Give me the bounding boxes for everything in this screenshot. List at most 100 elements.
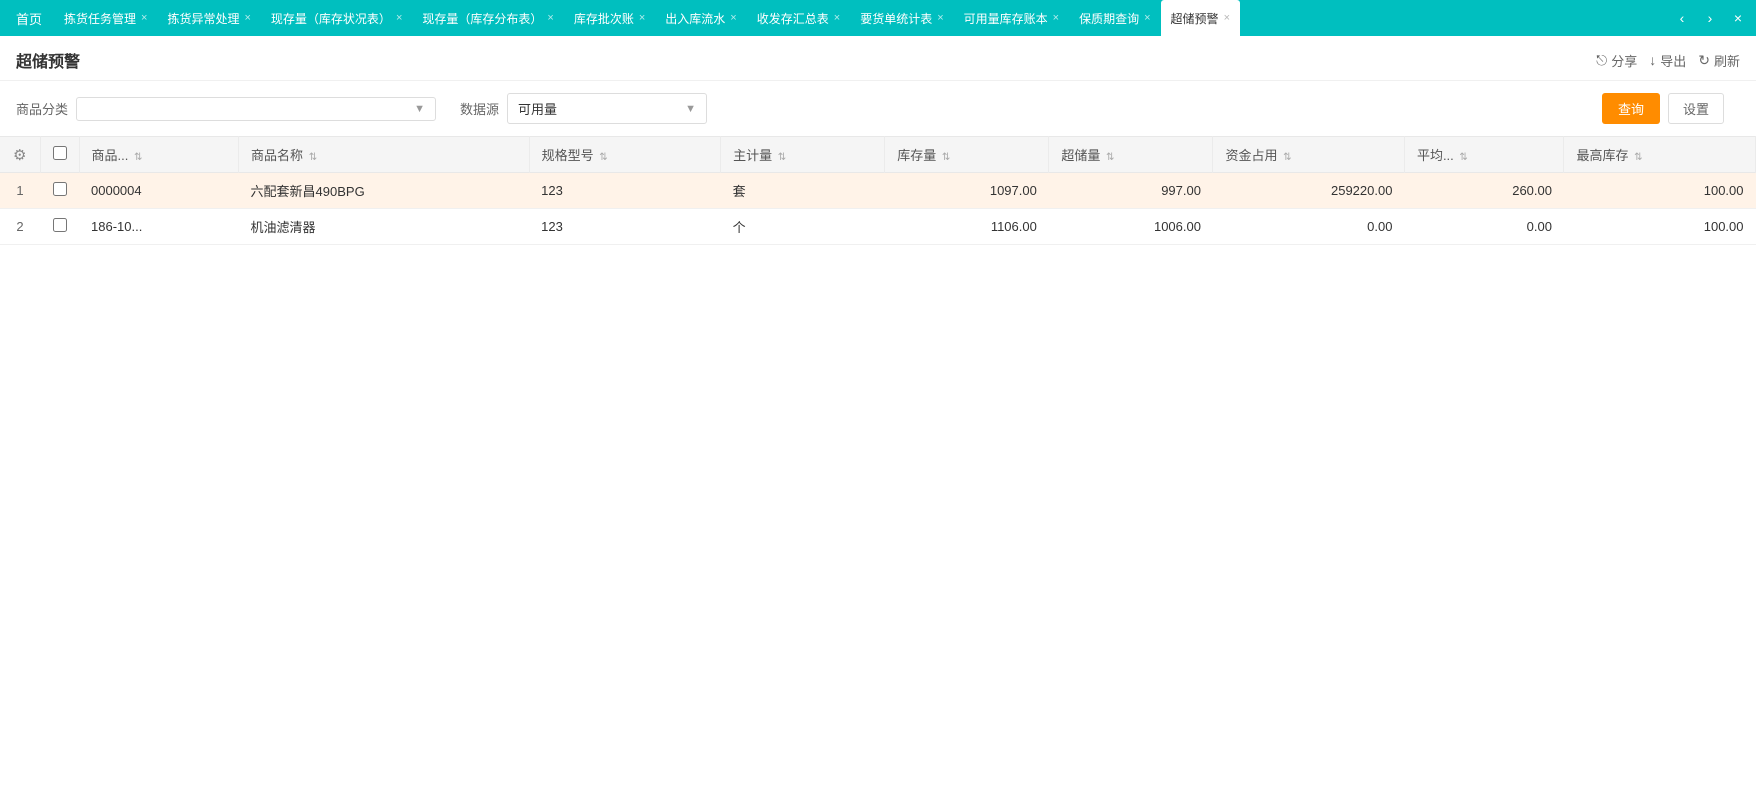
col-stock-sort-icon: ⇅: [942, 152, 950, 163]
col-header-spec[interactable]: 规格型号 ⇅: [529, 137, 720, 173]
close-tab-6[interactable]: ×: [730, 12, 736, 24]
row-checkbox-2[interactable]: [53, 218, 67, 232]
refresh-label: 刷新: [1714, 51, 1740, 70]
header-actions: ⎋ 分享 ↓ 导出 ↻ 刷新: [1596, 51, 1740, 70]
nav-next-arrow[interactable]: ›: [1696, 0, 1724, 36]
col-overstock-label: 超储量: [1061, 148, 1100, 163]
row-spec-1: 123: [529, 173, 720, 209]
col-header-checkbox[interactable]: [40, 137, 79, 173]
col-name-label: 商品名称: [251, 148, 303, 163]
datasource-filter-item: 数据源 可用量 ▼: [460, 93, 707, 124]
category-label: 商品分类: [16, 99, 68, 118]
table-container: ⚙ 商品... ⇅ 商品名称 ⇅ 规格型号 ⇅: [0, 136, 1756, 245]
col-header-name[interactable]: 商品名称 ⇅: [239, 137, 530, 173]
close-tab-2[interactable]: ×: [244, 12, 250, 24]
tab-10[interactable]: 保质期查询 ×: [1069, 0, 1160, 36]
col-header-avg[interactable]: 平均... ⇅: [1404, 137, 1564, 173]
close-tab-11[interactable]: ×: [1224, 12, 1230, 24]
table-row: 1 0000004 六配套新昌490BPG 123 套 1097.00 997.…: [0, 173, 1756, 209]
row-max-2: 100.00: [1564, 209, 1756, 245]
tab-4[interactable]: 现存量（库存分布表） ×: [412, 0, 563, 36]
col-settings-gear[interactable]: ⚙: [0, 137, 40, 173]
nav-home[interactable]: 首页: [4, 0, 54, 36]
export-label: 导出: [1660, 51, 1686, 70]
row-avg-1: 260.00: [1404, 173, 1564, 209]
tab-2[interactable]: 拣货异常处理 ×: [157, 0, 260, 36]
datasource-select[interactable]: 可用量 ▼: [507, 93, 707, 124]
col-capital-sort-icon: ⇅: [1283, 152, 1291, 163]
query-button[interactable]: 查询: [1602, 93, 1660, 124]
share-button[interactable]: ⎋ 分享: [1596, 51, 1637, 70]
col-avg-sort-icon: ⇅: [1459, 152, 1467, 163]
col-spec-sort-icon: ⇅: [599, 152, 607, 163]
row-unit-2: 个: [721, 209, 885, 245]
col-header-overstock[interactable]: 超储量 ⇅: [1049, 137, 1213, 173]
row-checkbox-1[interactable]: [53, 182, 67, 196]
filter-right-actions: 查询 设置: [1602, 93, 1740, 124]
col-unit-sort-icon: ⇅: [778, 152, 786, 163]
close-tab-5[interactable]: ×: [639, 12, 645, 24]
refresh-button[interactable]: ↻ 刷新: [1698, 51, 1740, 70]
filter-area: 商品分类 ▼ 数据源 可用量 ▼ 查询 设置: [0, 81, 1756, 136]
export-button[interactable]: ↓ 导出: [1649, 51, 1686, 70]
col-stock-label: 库存量: [897, 148, 936, 163]
row-stock-2: 1106.00: [885, 209, 1049, 245]
share-label: 分享: [1611, 51, 1637, 70]
row-max-1: 100.00: [1564, 173, 1756, 209]
category-select[interactable]: ▼: [76, 97, 436, 121]
close-tab-9[interactable]: ×: [1053, 12, 1059, 24]
nav-close-arrow[interactable]: ×: [1724, 0, 1752, 36]
share-icon: ⎋: [1596, 52, 1607, 69]
category-filter-item: 商品分类 ▼: [16, 97, 436, 121]
datasource-label: 数据源: [460, 99, 499, 118]
tab-5[interactable]: 库存批次账 ×: [564, 0, 655, 36]
col-max-label: 最高库存: [1576, 148, 1628, 163]
close-tab-8[interactable]: ×: [937, 12, 943, 24]
tab-6[interactable]: 出入库流水 ×: [655, 0, 746, 36]
col-max-sort-icon: ⇅: [1634, 152, 1642, 163]
close-tab-4[interactable]: ×: [547, 12, 553, 24]
col-overstock-sort-icon: ⇅: [1106, 152, 1114, 163]
nav-prev-arrow[interactable]: ‹: [1668, 0, 1696, 36]
row-checkbox-cell-2[interactable]: [40, 209, 79, 245]
datasource-value: 可用量: [518, 99, 557, 118]
table-header-row: ⚙ 商品... ⇅ 商品名称 ⇅ 规格型号 ⇅: [0, 137, 1756, 173]
row-stock-1: 1097.00: [885, 173, 1049, 209]
category-chevron-icon: ▼: [414, 103, 425, 115]
close-tab-10[interactable]: ×: [1144, 12, 1150, 24]
col-avg-label: 平均...: [1417, 148, 1454, 163]
row-overstock-2: 1006.00: [1049, 209, 1213, 245]
row-avg-2: 0.00: [1404, 209, 1564, 245]
main-table: ⚙ 商品... ⇅ 商品名称 ⇅ 规格型号 ⇅: [0, 136, 1756, 245]
tab-1[interactable]: 拣货任务管理 ×: [54, 0, 157, 36]
tab-3[interactable]: 现存量（库存状况表） ×: [261, 0, 412, 36]
row-capital-1: 259220.00: [1213, 173, 1404, 209]
table-body: 1 0000004 六配套新昌490BPG 123 套 1097.00 997.…: [0, 173, 1756, 245]
close-tab-3[interactable]: ×: [396, 12, 402, 24]
close-tab-7[interactable]: ×: [834, 12, 840, 24]
tab-8[interactable]: 要货单统计表 ×: [850, 0, 953, 36]
col-header-code[interactable]: 商品... ⇅: [79, 137, 239, 173]
settings-gear-icon[interactable]: ⚙: [13, 147, 26, 164]
settings-button[interactable]: 设置: [1668, 93, 1724, 124]
tab-11[interactable]: 超储预警 ×: [1161, 0, 1240, 36]
close-tab-1[interactable]: ×: [141, 12, 147, 24]
select-all-checkbox[interactable]: [53, 146, 67, 160]
row-code-2: 186-10...: [79, 209, 239, 245]
page-header: 超储预警 ⎋ 分享 ↓ 导出 ↻ 刷新: [0, 36, 1756, 81]
row-name-2: 机油滤清器: [239, 209, 530, 245]
col-header-unit[interactable]: 主计量 ⇅: [721, 137, 885, 173]
row-name-1: 六配套新昌490BPG: [239, 173, 530, 209]
row-checkbox-cell-1[interactable]: [40, 173, 79, 209]
col-header-max[interactable]: 最高库存 ⇅: [1564, 137, 1756, 173]
col-name-sort-icon: ⇅: [309, 152, 317, 163]
top-nav: 首页 拣货任务管理 × 拣货异常处理 × 现存量（库存状况表） × 现存量（库存…: [0, 0, 1756, 36]
refresh-icon: ↻: [1698, 52, 1710, 69]
nav-arrows: ‹ › ×: [1668, 0, 1752, 36]
col-code-label: 商品...: [92, 148, 129, 163]
row-spec-2: 123: [529, 209, 720, 245]
tab-7[interactable]: 收发存汇总表 ×: [747, 0, 850, 36]
col-header-capital[interactable]: 资金占用 ⇅: [1213, 137, 1404, 173]
col-header-stock[interactable]: 库存量 ⇅: [885, 137, 1049, 173]
tab-9[interactable]: 可用量库存账本 ×: [954, 0, 1069, 36]
